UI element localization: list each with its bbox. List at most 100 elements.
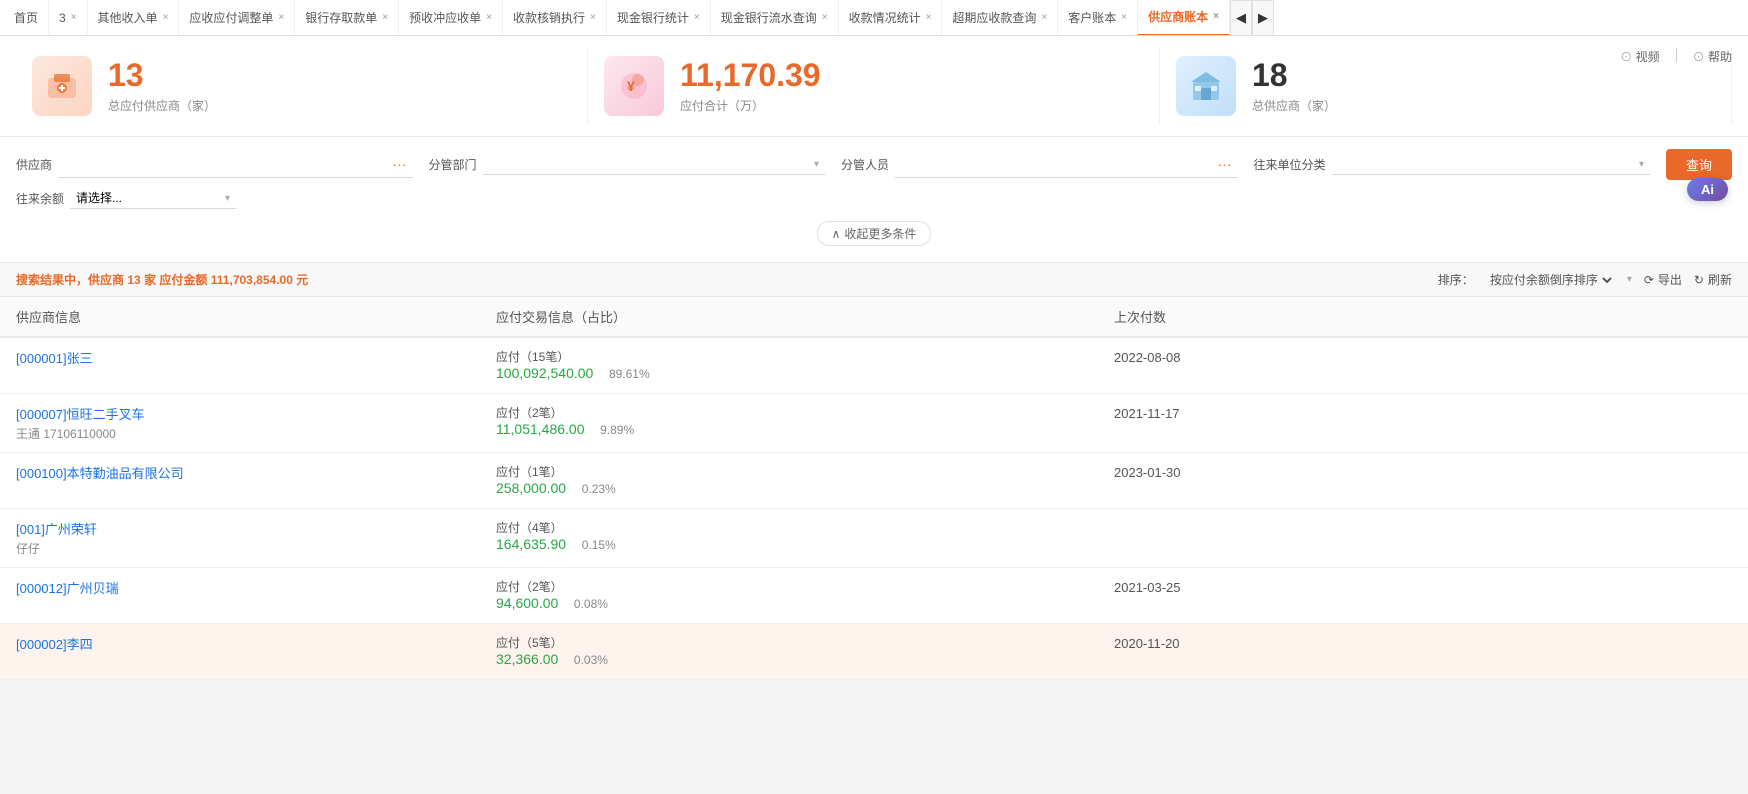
nav-tab-other-income[interactable]: 其他收入单 × — [88, 0, 180, 36]
col-header-tx: 应付交易信息（占比） — [496, 307, 1114, 326]
nav-tab-overdue-close[interactable]: × — [1041, 12, 1047, 23]
supplier-link-6[interactable]: [000002]李四 — [16, 637, 93, 652]
refresh-label: 刷新 — [1708, 271, 1732, 288]
nav-tab-bank-close[interactable]: × — [382, 12, 388, 23]
nav-tab-cashbank-flow-close[interactable]: × — [822, 12, 828, 23]
nav-next-arrow[interactable]: ▶ — [1252, 0, 1274, 36]
ai-label: Ai — [1701, 182, 1714, 197]
dept-select[interactable] — [489, 157, 814, 171]
supplier-sub-4: 仔仔 — [16, 540, 496, 557]
nav-tab-cashbank-stat-close[interactable]: × — [694, 12, 700, 23]
nav-tab-prepay-close[interactable]: × — [486, 12, 492, 23]
supplier-dots-icon[interactable]: ··· — [393, 156, 407, 172]
tx-amount-3[interactable]: 258,000.00 — [496, 480, 566, 496]
tx-amount-1[interactable]: 100,092,540.00 — [496, 365, 593, 381]
collapse-up-icon: ∧ — [832, 227, 841, 241]
tx-percent-6: 0.03% — [574, 653, 608, 667]
filter-row-2: 往来余额 请选择... ▾ — [16, 188, 1732, 209]
last-pay-1: 2022-08-08 — [1114, 348, 1732, 365]
nav-tab-collection-stat[interactable]: 收款情况统计 × — [839, 0, 943, 36]
last-pay-3: 2023-01-30 — [1114, 463, 1732, 480]
card-icon-payable — [32, 56, 92, 116]
data-table: 供应商信息 应付交易信息（占比） 上次付数 [000001]张三 应付（15笔）… — [0, 297, 1748, 680]
export-label: 导出 — [1658, 271, 1682, 288]
nav-tab-bank[interactable]: 银行存取款单 × — [295, 0, 399, 36]
table-row: [000012]广州贝瑞 应付（2笔） 94,600.00 0.08% 2021… — [0, 568, 1748, 624]
last-pay-2: 2021-11-17 — [1114, 404, 1732, 421]
tx-label-2: 应付（2笔） — [496, 404, 1114, 421]
tx-amount-5[interactable]: 94,600.00 — [496, 595, 558, 611]
nav-tab-bank-label: 银行存取款单 — [305, 9, 377, 26]
supplier-link-1[interactable]: [000001]张三 — [16, 351, 93, 366]
supplier-link-3[interactable]: [000100]本特勤油品有限公司 — [16, 466, 184, 481]
search-button[interactable]: 查询 — [1666, 149, 1732, 180]
nav-tab-cashbank-flow[interactable]: 现金银行流水查询 × — [711, 0, 839, 36]
nav-prev-arrow[interactable]: ◀ — [1230, 0, 1252, 36]
table-row: [000002]李四 应付（5笔） 32,366.00 0.03% 2020-1… — [0, 624, 1748, 680]
tx-amount-4[interactable]: 164,635.90 — [496, 536, 566, 552]
ai-button[interactable]: Ai — [1687, 178, 1728, 201]
nav-tab-customer-ledger[interactable]: 客户账本 × — [1058, 0, 1138, 36]
tx-info-3: 应付（1笔） 258,000.00 0.23% — [496, 463, 1114, 496]
filter-supplier: 供应商 ··· — [16, 151, 413, 178]
card-label-payable: 总应付供应商（家） — [108, 97, 216, 114]
filter-area: 供应商 ··· 分管部门 ▾ 分管人员 ··· 往来单位分类 — [0, 137, 1748, 263]
sort-select[interactable]: 按应付余额倒序排序 — [1486, 272, 1615, 288]
nav-tab-cashbank-stat[interactable]: 现金银行统计 × — [607, 0, 711, 36]
last-pay-4 — [1114, 519, 1732, 521]
video-link[interactable]: ⊙ 视频 — [1620, 48, 1659, 65]
filter-person-label: 分管人员 — [841, 156, 889, 173]
supplier-info-2: [000007]恒旺二手叉车 王通 17106110000 — [16, 404, 496, 442]
category-select[interactable] — [1338, 157, 1639, 171]
supplier-link-2[interactable]: [000007]恒旺二手叉车 — [16, 407, 145, 422]
result-supplier-count: 13 — [127, 273, 140, 287]
nav-tab-prepay-label: 预收冲应收单 — [409, 9, 481, 26]
tx-percent-3: 0.23% — [582, 482, 616, 496]
collapse-bar: ∧ 收起更多条件 — [16, 217, 1732, 250]
nav-tab-adjustment-label: 应收应付调整单 — [189, 9, 273, 26]
table-row: [000007]恒旺二手叉车 王通 17106110000 应付（2笔） 11,… — [0, 394, 1748, 453]
nav-tab-adjustment[interactable]: 应收应付调整单 × — [179, 0, 295, 36]
nav-tab-3-close[interactable]: × — [71, 12, 77, 23]
filter-supplier-input-wrapper: ··· — [58, 151, 412, 178]
top-navigation: 首页 3 × 其他收入单 × 应收应付调整单 × 银行存取款单 × 预收冲应收单… — [0, 0, 1748, 36]
nav-tab-customer-ledger-close[interactable]: × — [1121, 12, 1127, 23]
nav-tab-3[interactable]: 3 × — [49, 0, 88, 36]
nav-tab-adjustment-close[interactable]: × — [278, 12, 284, 23]
card-number-store: 18 — [1252, 58, 1336, 93]
supplier-info-1: [000001]张三 — [16, 348, 496, 369]
nav-tab-home[interactable]: 首页 — [4, 0, 49, 36]
filter-dept-label: 分管部门 — [429, 156, 477, 173]
nav-tab-collection-label: 收款核销执行 — [513, 9, 585, 26]
tx-amount-2[interactable]: 11,051,486.00 — [496, 421, 585, 437]
supplier-link-5[interactable]: [000012]广州贝瑞 — [16, 581, 119, 596]
tx-percent-1: 89.61% — [609, 367, 650, 381]
nav-tab-collection-stat-close[interactable]: × — [926, 12, 932, 23]
help-link[interactable]: ⊙ 帮助 — [1693, 48, 1732, 65]
nav-tab-other-income-close[interactable]: × — [163, 12, 169, 23]
card-icon-total: ¥ — [604, 56, 664, 116]
tx-label-6: 应付（5笔） — [496, 634, 1114, 651]
balance-chevron-icon: ▾ — [225, 193, 230, 204]
refresh-button[interactable]: ↻ 刷新 — [1694, 271, 1732, 288]
table-row: [000100]本特勤油品有限公司 应付（1笔） 258,000.00 0.23… — [0, 453, 1748, 509]
result-bar: 搜索结果中，供应商 13 家 应付金额 111,703,854.00 元 排序：… — [0, 263, 1748, 297]
supplier-input[interactable] — [64, 154, 392, 174]
export-button[interactable]: ⟳ 导出 — [1644, 271, 1682, 288]
person-input[interactable] — [901, 154, 1217, 174]
nav-tab-supplier-ledger-close[interactable]: × — [1213, 11, 1219, 22]
nav-tab-overdue[interactable]: 超期应收款查询 × — [942, 0, 1058, 36]
nav-tab-collection[interactable]: 收款核销执行 × — [503, 0, 607, 36]
result-amount-unit: 元 — [296, 273, 308, 287]
supplier-link-4[interactable]: [001]广州荣轩 — [16, 522, 97, 537]
tx-label-5: 应付（2笔） — [496, 578, 1114, 595]
filter-supplier-label: 供应商 — [16, 156, 52, 173]
balance-select[interactable]: 请选择... — [76, 191, 225, 205]
nav-tab-prepay[interactable]: 预收冲应收单 × — [399, 0, 503, 36]
person-dots-icon[interactable]: ··· — [1218, 156, 1232, 172]
collapse-button[interactable]: ∧ 收起更多条件 — [817, 221, 932, 246]
tx-amount-6[interactable]: 32,366.00 — [496, 651, 558, 667]
nav-tab-supplier-ledger[interactable]: 供应商账本 × — [1138, 0, 1230, 36]
nav-tab-collection-close[interactable]: × — [590, 12, 596, 23]
export-icon: ⟳ — [1644, 273, 1654, 287]
